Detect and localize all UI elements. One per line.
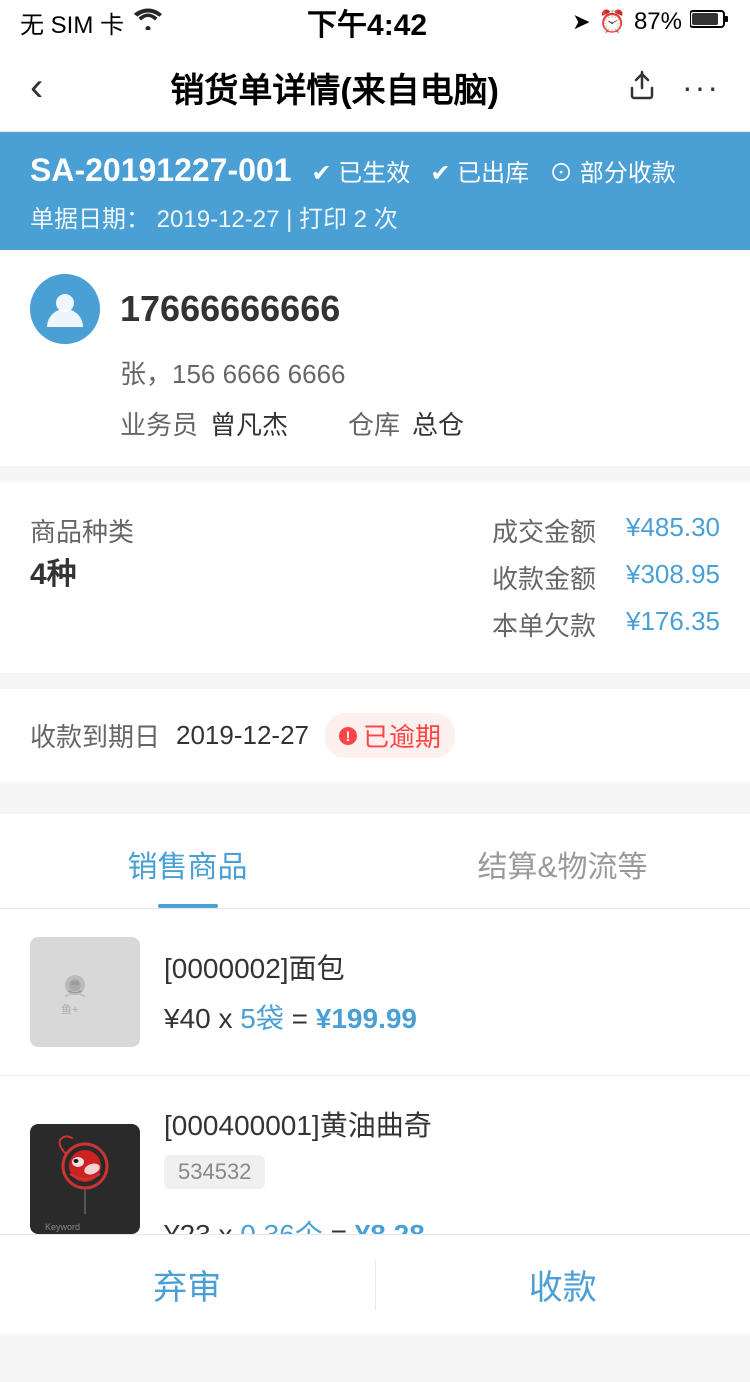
share-button[interactable]	[626, 68, 658, 108]
product-equals-1: =	[292, 1003, 316, 1034]
category-value: 4种	[30, 549, 134, 593]
due-date-value: 2019-12-27	[176, 720, 309, 751]
salesperson-label: 业务员	[120, 405, 198, 442]
product-base-price-1: ¥40 x	[164, 1003, 240, 1034]
due-date-label: 收款到期日	[30, 717, 160, 754]
alarm-icon: ⏰	[599, 9, 626, 35]
debt-row: 本单欠款 ¥176.35	[492, 606, 720, 643]
debt-label: 本单欠款	[492, 606, 596, 643]
product-sku-badge-2: 534532	[164, 1155, 265, 1189]
location-icon: ➤	[572, 9, 590, 35]
sim-status: 无 SIM 卡	[20, 5, 124, 40]
amount-row: 成交金额 ¥485.30	[492, 512, 720, 549]
product-price-1: ¥40 x 5袋 = ¥199.99	[164, 997, 720, 1037]
avatar	[30, 274, 100, 344]
stats-left: 商品种类 4种	[30, 512, 134, 593]
due-date-section: 收款到期日 2019-12-27 ! 已逾期	[0, 689, 750, 782]
svg-text:Keyword: Keyword	[45, 1222, 80, 1232]
overdue-badge: ! 已逾期	[325, 713, 455, 758]
category-label: 商品种类	[30, 512, 134, 549]
page-title: 销货单详情(来自电脑)	[170, 63, 499, 112]
overdue-icon: !	[339, 727, 357, 745]
status-time: 下午4:42	[307, 0, 427, 44]
date-label: 单据日期：	[30, 206, 150, 233]
customer-detail: 张，156 6666 6666	[120, 354, 720, 391]
tab-settlement[interactable]: 结算&物流等	[375, 814, 750, 908]
received-row: 收款金额 ¥308.95	[492, 559, 720, 596]
section-divider-1	[0, 782, 750, 798]
tab-sales-products[interactable]: 销售商品	[0, 814, 375, 908]
received-value: ¥308.95	[626, 559, 720, 596]
status-right: ➤ ⏰ 87%	[572, 8, 730, 37]
received-label: 收款金额	[492, 559, 596, 596]
overdue-text: 已逾期	[363, 717, 441, 754]
bottom-bar: 弃审 收款	[0, 1234, 750, 1334]
back-button[interactable]: ‹	[30, 65, 43, 110]
svg-text:鱼+: 鱼+	[61, 1002, 78, 1016]
amount-value: ¥485.30	[626, 512, 720, 549]
collect-payment-button[interactable]: 收款	[376, 1240, 750, 1329]
product-qty-1: 5袋	[240, 1003, 284, 1034]
product-name-1: [0000002]面包	[164, 947, 720, 987]
more-button[interactable]: ···	[682, 69, 720, 106]
warehouse-value: 总仓	[412, 405, 464, 442]
product-info-1: [0000002]面包 ¥40 x 5袋 = ¥199.99	[164, 947, 720, 1037]
nav-bar: ‹ 销货单详情(来自电脑) ···	[0, 44, 750, 132]
badge-partial-payment: ⊙ 部分收款	[549, 153, 676, 188]
print-count: | 打印 2 次	[286, 206, 398, 233]
order-date: 2019-12-27	[157, 206, 280, 233]
customer-section: 17666666666 张，156 6666 6666 业务员 曾凡杰 仓库 总…	[0, 250, 750, 466]
product-thumbnail-1: 鱼+	[30, 937, 140, 1047]
status-left: 无 SIM 卡	[20, 5, 162, 40]
product-name-2: [000400001]黄油曲奇	[164, 1104, 720, 1144]
warehouse-field: 仓库 总仓	[348, 405, 464, 442]
salesperson-value: 曾凡杰	[210, 405, 288, 442]
order-header-banner: SA-20191227-001 ✔ 已生效 ✔ 已出库 ⊙ 部分收款 单据日期：…	[0, 132, 750, 250]
badge-effective: ✔ 已生效	[312, 153, 411, 188]
order-id: SA-20191227-001	[30, 152, 292, 189]
product-total-1: ¥199.99	[316, 1003, 417, 1034]
customer-name: 17666666666	[120, 288, 340, 330]
stats-right: 成交金额 ¥485.30 收款金额 ¥308.95 本单欠款 ¥176.35	[492, 512, 720, 643]
battery-icon	[690, 8, 730, 37]
product-thumbnail-2: Keyword	[30, 1124, 140, 1234]
tabs-row: 销售商品 结算&物流等	[0, 814, 750, 908]
nav-actions: ···	[626, 68, 720, 108]
tabs-section: 销售商品 结算&物流等	[0, 814, 750, 909]
battery-text: 87%	[634, 8, 682, 36]
amount-label: 成交金额	[492, 512, 596, 549]
debt-value: ¥176.35	[626, 606, 720, 643]
stats-section: 商品种类 4种 成交金额 ¥485.30 收款金额 ¥308.95 本单欠款 ¥…	[0, 482, 750, 673]
status-bar: 无 SIM 卡 下午4:42 ➤ ⏰ 87%	[0, 0, 750, 44]
products-list: 鱼+ [0000002]面包 ¥40 x 5袋 = ¥199.99	[0, 909, 750, 1282]
warehouse-label: 仓库	[348, 405, 400, 442]
product-info-2: [000400001]黄油曲奇 534532 ¥23 x 0.36个 = ¥8.…	[164, 1104, 720, 1253]
product-item-1: 鱼+ [0000002]面包 ¥40 x 5袋 = ¥199.99	[0, 909, 750, 1076]
cancel-review-button[interactable]: 弃审	[0, 1240, 375, 1329]
wifi-icon	[134, 8, 162, 37]
salesperson-field: 业务员 曾凡杰	[120, 405, 288, 442]
badge-shipped: ✔ 已出库	[430, 153, 529, 188]
